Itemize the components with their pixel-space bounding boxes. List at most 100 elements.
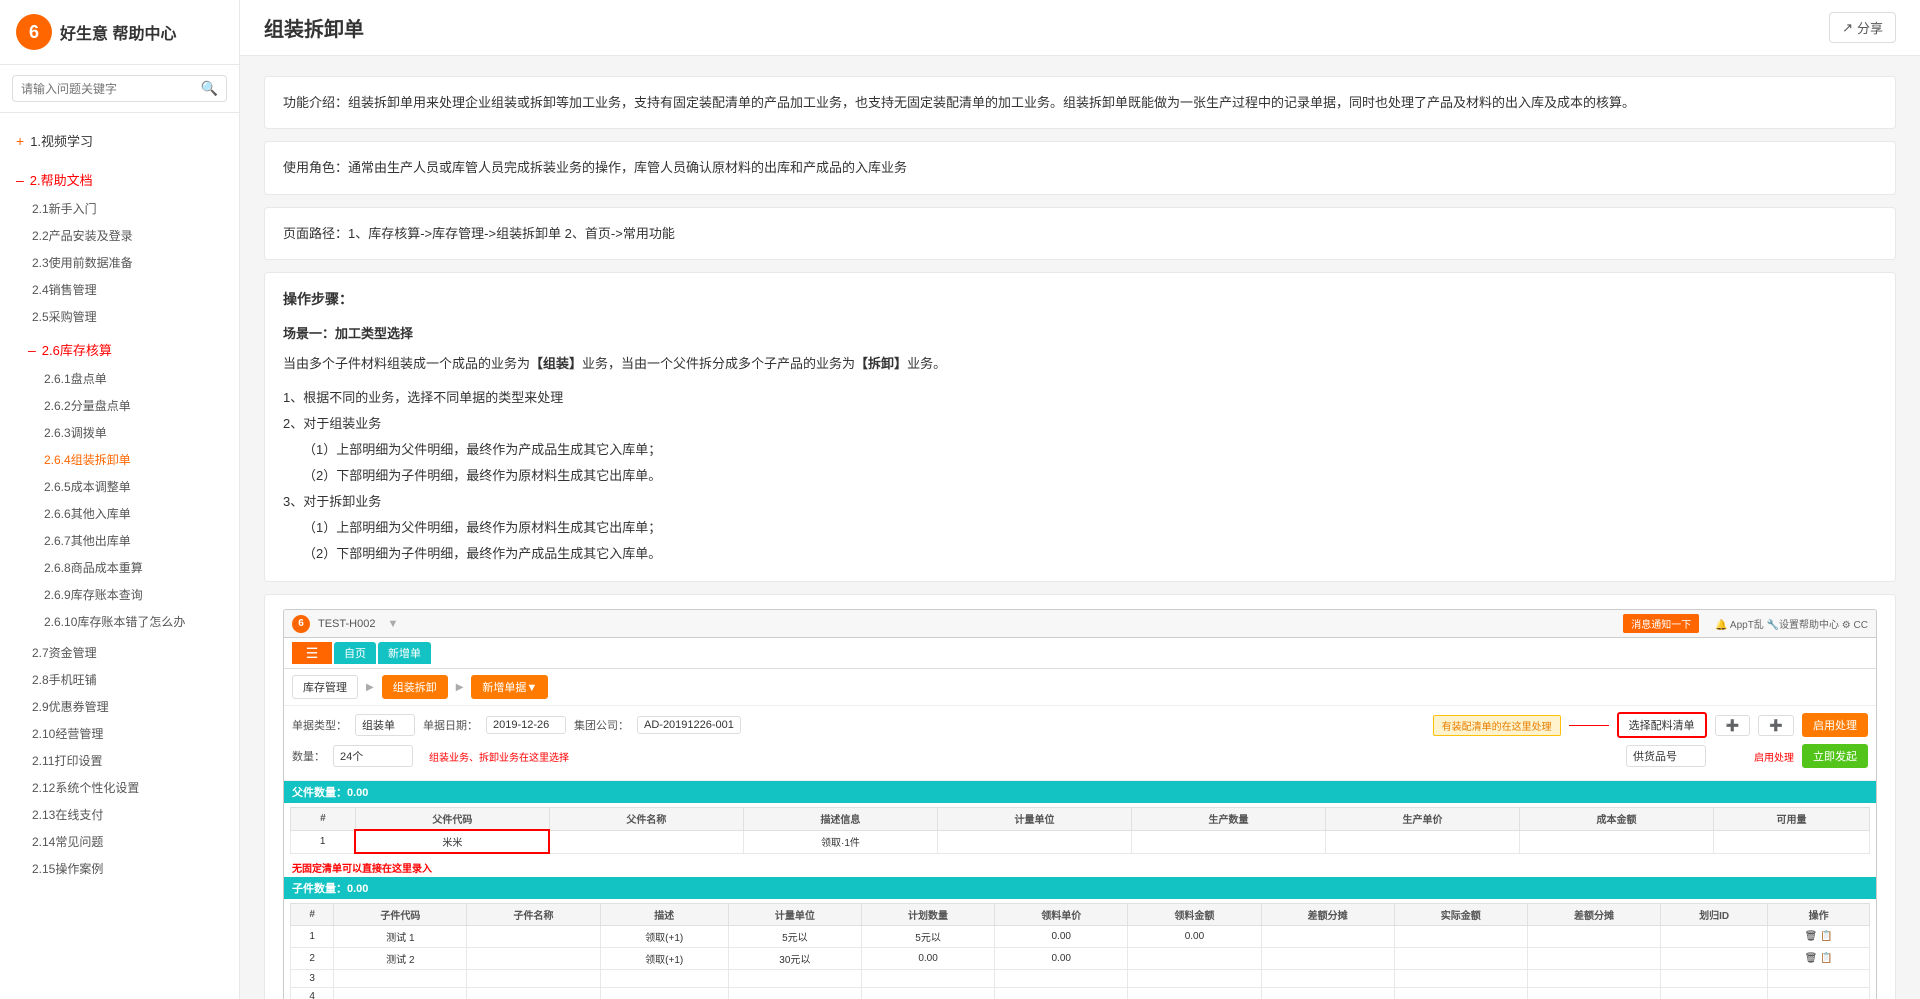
ss-input-docid[interactable]: AD-20191226-001: [637, 716, 741, 734]
ss-child-table: # 子件代码 子件名称 描述 计量单位 计划数量 领料单价 领料金额 差额分摊 …: [290, 903, 1870, 999]
sidebar-item-2-14[interactable]: 2.14常见问题: [0, 828, 239, 855]
nav-section-2-title[interactable]: + – 2.帮助文档: [0, 164, 239, 195]
ss-btn-inventory[interactable]: 库存管理: [292, 675, 358, 699]
sidebar-item-2-6-1[interactable]: 2.6.1盘点单: [0, 365, 239, 392]
share-label: 分享: [1857, 18, 1883, 37]
ss-form-row-2: 数量： 24个 组装业务、拆卸业务在这里选择 供货品号 启用处理 立即发起: [292, 744, 1868, 768]
ss-process-btn[interactable]: 启用处理: [1802, 713, 1868, 737]
sidebar-item-2-1[interactable]: 2.1新手入门: [0, 195, 239, 222]
ss-ctd-4-1: 4: [291, 988, 334, 999]
sidebar-item-2-9[interactable]: 2.9优惠券管理: [0, 693, 239, 720]
ss-ctd-name-2: [467, 948, 600, 970]
content-area: 功能介绍：组装拆卸单用来处理企业组装或拆卸等加工业务，支持有固定装配清单的产品加…: [240, 56, 1920, 999]
ss-input-supply[interactable]: 供货品号: [1626, 745, 1706, 767]
sidebar-item-2-6-7[interactable]: 2.6.7其他出库单: [0, 527, 239, 554]
ss-confirm-btn[interactable]: 立即发起: [1802, 744, 1868, 768]
ss-tab-self[interactable]: 自页: [334, 642, 376, 664]
table-row: 1 测试 1 领取(+1) 5元以 5元以 0.00 0.00: [291, 926, 1870, 948]
feature-intro-block: 功能介绍：组装拆卸单用来处理企业组装或拆卸等加工业务，支持有固定装配清单的产品加…: [264, 76, 1896, 129]
ss-parent-header: 父件数量：0.00: [284, 781, 1876, 803]
ss-ctd-price-1: 0.00: [995, 926, 1128, 948]
sidebar-item-2-6-9[interactable]: 2.6.9库存账本查询: [0, 581, 239, 608]
sidebar-item-2-11[interactable]: 2.11打印设置: [0, 747, 239, 774]
search-icon[interactable]: 🔍: [201, 80, 218, 97]
ss-app-label: 🔔 AppT乱 🔧设置帮助中心 ⚙ CC: [1715, 616, 1868, 631]
ss-select-recipe-btn[interactable]: 选择配料清单: [1617, 712, 1707, 738]
ss-ctd-op-2[interactable]: 🗑 📋: [1768, 948, 1870, 970]
collapse-icon-2: –: [16, 172, 24, 188]
nav-section-2-6-title[interactable]: + – 2.6库存核算: [0, 334, 239, 365]
ss-ctd-num-2: 2: [291, 948, 334, 970]
ss-th-cost: 成本金额: [1520, 808, 1714, 831]
sidebar-item-2-6-6[interactable]: 2.6.6其他入库单: [0, 500, 239, 527]
ss-btn-assemble[interactable]: 组装拆卸: [382, 675, 448, 699]
ss-btn-newdoc[interactable]: 新增单据▼: [471, 675, 548, 699]
sidebar-item-2-6-5[interactable]: 2.6.5成本调整单: [0, 473, 239, 500]
ss-cth-name: 子件名称: [467, 904, 600, 926]
ss-ctd-code-2: 测试 2: [334, 948, 467, 970]
ss-th-avail: 可用量: [1714, 808, 1870, 831]
sidebar: 6 好生意 帮助中心 🔍 + – 1.视频学习 + – 2.帮助文档 2.1新手…: [0, 0, 240, 999]
ss-ctd-amt-1: 0.00: [1128, 926, 1261, 948]
path-intro-block: 页面路径：1、库存核算->库存管理->组装拆卸单 2、首页->常用功能: [264, 207, 1896, 260]
ss-ctd-4-2: [334, 988, 467, 999]
ss-input-type[interactable]: 组装单: [355, 714, 415, 736]
ss-ctd-diff2-2: [1527, 948, 1660, 970]
sidebar-item-2-8[interactable]: 2.8手机旺铺: [0, 666, 239, 693]
step-1: 1、根据不同的业务，选择不同单据的类型来处理: [283, 385, 1877, 411]
ss-th-fcode: 父件代码: [355, 808, 549, 831]
steps-block: 操作步骤： 场景一：加工类型选择 当由多个子件材料组装成一个成品的业务为【组装】…: [264, 272, 1896, 582]
ss-add-btn1[interactable]: ➕: [1715, 715, 1751, 736]
ss-ctd-4-13[interactable]: [1768, 988, 1870, 999]
ss-tab-new[interactable]: 新增单: [378, 642, 431, 664]
sidebar-item-2-10[interactable]: 2.10经营管理: [0, 720, 239, 747]
ss-parent-table: # 父件代码 父件名称 描述信息 计量单位 生产数量 生产单价 成本金额 可用量: [290, 807, 1870, 854]
sidebar-item-2-5[interactable]: 2.5采购管理: [0, 303, 239, 330]
ss-child-header: 子件数量：0.00: [284, 877, 1876, 899]
sidebar-item-2-15[interactable]: 2.15操作案例: [0, 855, 239, 882]
sidebar-item-2-2[interactable]: 2.2产品安装及登录: [0, 222, 239, 249]
ss-label-type: 单据类型：: [292, 717, 347, 733]
ss-cth-unit: 计量单位: [728, 904, 861, 926]
share-button[interactable]: ↗ 分享: [1829, 12, 1896, 43]
ss-ctd-4-9: [1261, 988, 1394, 999]
logo-area: 6 好生意 帮助中心: [0, 0, 239, 65]
ss-ctd-diff2-1: [1527, 926, 1660, 948]
ss-ctd-3-4: [600, 970, 728, 988]
ss-nav-icon: ☰: [292, 642, 332, 664]
nav-section-1-title[interactable]: + – 1.视频学习: [0, 125, 239, 156]
ss-ctd-3-6: [861, 970, 994, 988]
ss-ctd-3-5: [728, 970, 861, 988]
logo-text: 好生意 帮助中心: [60, 20, 176, 44]
sidebar-item-2-6-8[interactable]: 2.6.8商品成本重算: [0, 554, 239, 581]
ss-ctd-unit-1: 5元以: [728, 926, 861, 948]
role-intro-block: 使用角色：通常由生产人员或库管人员完成拆装业务的操作，库管人员确认原材料的出库和…: [264, 141, 1896, 194]
ss-ctd-actual-1: [1394, 926, 1527, 948]
sidebar-item-2-4[interactable]: 2.4销售管理: [0, 276, 239, 303]
table-row: 4: [291, 988, 1870, 999]
nav-section-2-6: + – 2.6库存核算 2.6.1盘点单 2.6.2分量盘点单 2.6.3调拨单…: [0, 330, 239, 639]
ss-td-prodqty: [1131, 830, 1325, 853]
ss-th-fname: 父件名称: [549, 808, 743, 831]
ss-parent-table-wrap: # 父件代码 父件名称 描述信息 计量单位 生产数量 生产单价 成本金额 可用量: [284, 803, 1876, 858]
sidebar-item-2-12[interactable]: 2.12系统个性化设置: [0, 774, 239, 801]
search-input[interactable]: [21, 82, 201, 96]
sidebar-item-2-6-4[interactable]: 2.6.4组装拆卸单: [0, 446, 239, 473]
sidebar-item-2-7[interactable]: 2.7资金管理: [0, 639, 239, 666]
ss-ctd-op-1[interactable]: 🗑 📋: [1768, 926, 1870, 948]
sidebar-item-2-3[interactable]: 2.3使用前数据准备: [0, 249, 239, 276]
ss-ctd-3-13[interactable]: [1768, 970, 1870, 988]
sidebar-item-2-6-3[interactable]: 2.6.3调拨单: [0, 419, 239, 446]
ss-cth-actual: 实际金额: [1394, 904, 1527, 926]
ss-th-unit: 计量单位: [937, 808, 1131, 831]
ss-company: TEST-H002: [318, 618, 375, 630]
sidebar-item-2-6-2[interactable]: 2.6.2分量盘点单: [0, 392, 239, 419]
sidebar-item-2-13[interactable]: 2.13在线支付: [0, 801, 239, 828]
sidebar-item-2-6-10[interactable]: 2.6.10库存账本错了怎么办: [0, 608, 239, 635]
ss-input-qty[interactable]: 24个: [333, 745, 413, 767]
ss-ctd-unit-2: 30元以: [728, 948, 861, 970]
ss-input-date[interactable]: 2019-12-26: [486, 716, 566, 734]
ss-add-btn2[interactable]: ➕: [1758, 715, 1794, 736]
table-row: 1 米米 领取·1件: [291, 830, 1870, 853]
ss-dropdown-icon: ▼: [387, 618, 398, 630]
